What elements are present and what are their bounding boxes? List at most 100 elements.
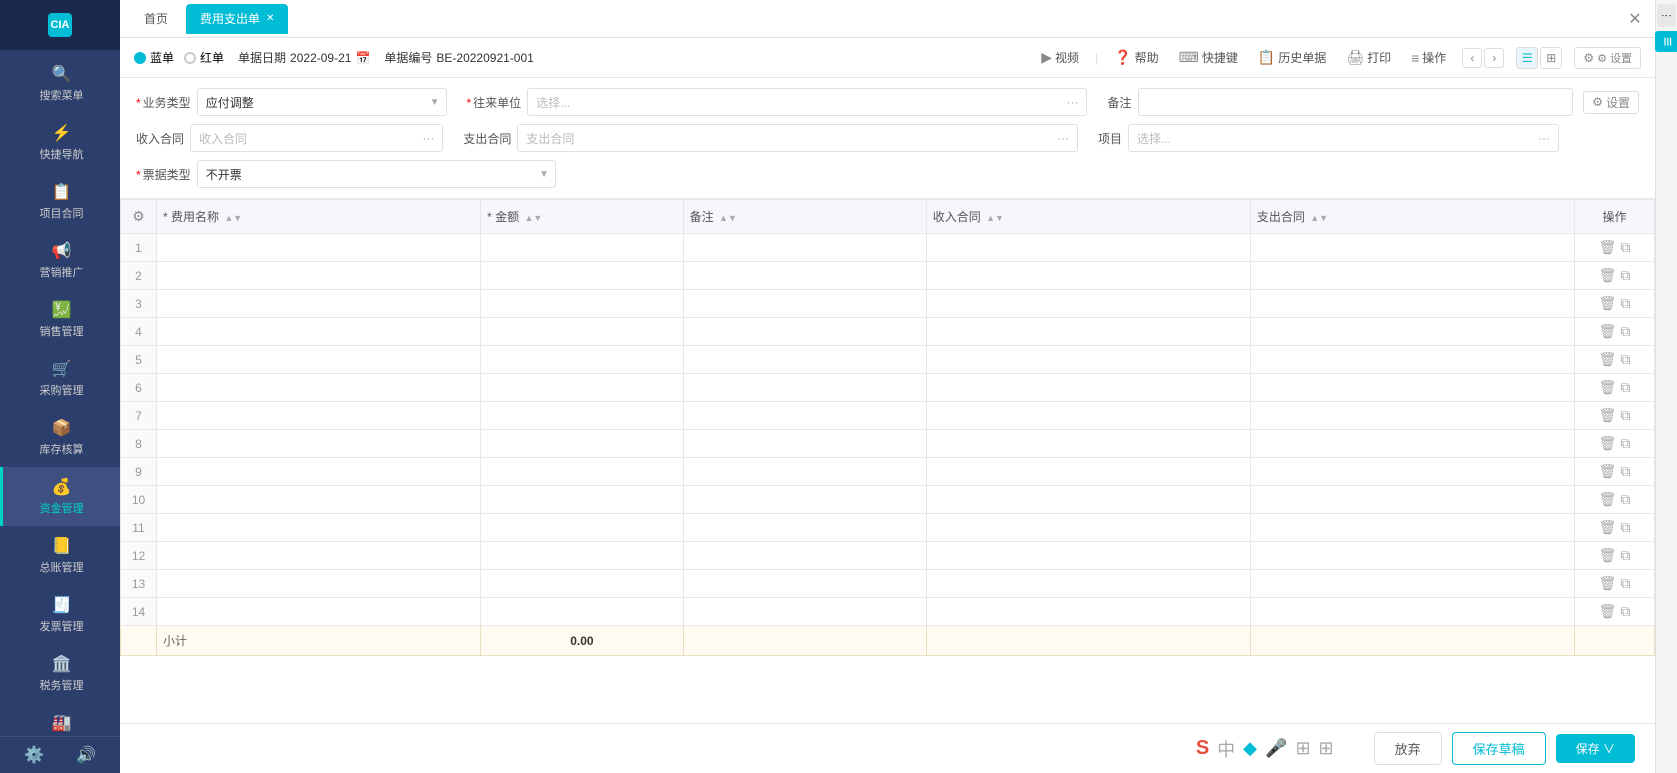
income-contract-cell[interactable] <box>926 542 1250 570</box>
calendar-icon[interactable]: 📅 <box>355 51 370 65</box>
expense-contract-cell[interactable] <box>1250 262 1574 290</box>
expense-contract-cell[interactable] <box>1250 374 1574 402</box>
copy-icon[interactable]: ⧉ <box>1620 379 1630 396</box>
remark-cell[interactable] <box>683 402 926 430</box>
expense-name-cell[interactable] <box>157 318 481 346</box>
expense-contract-cell[interactable] <box>1250 458 1574 486</box>
print-btn[interactable]: 🖨 打印 <box>1342 47 1395 68</box>
volume-icon[interactable]: 🔊 <box>76 745 96 765</box>
copy-icon[interactable]: ⧉ <box>1620 463 1630 480</box>
income-contract-cell[interactable] <box>926 514 1250 542</box>
copy-icon[interactable]: ⧉ <box>1620 295 1630 312</box>
expense-contract-dots[interactable]: ··· <box>1057 131 1069 145</box>
expense-name-cell[interactable] <box>157 430 481 458</box>
copy-icon[interactable]: ⧉ <box>1620 603 1630 620</box>
tab-expense[interactable]: 费用支出单 ✕ <box>186 4 288 34</box>
col-expense-contract[interactable]: 支出合同 ▲▼ <box>1250 200 1574 234</box>
shortcut-btn[interactable]: ⌨ 快捷键 <box>1175 47 1242 68</box>
delete-icon[interactable]: 🗑 <box>1599 519 1617 536</box>
remark-cell[interactable] <box>683 374 926 402</box>
form-settings-btn[interactable]: ⚙ 设置 <box>1583 91 1639 114</box>
income-contract-cell[interactable] <box>926 346 1250 374</box>
income-contract-dots[interactable]: ··· <box>422 131 434 145</box>
sort-arrows-remark[interactable]: ▲▼ <box>719 213 737 223</box>
expense-contract-cell[interactable] <box>1250 598 1574 626</box>
amount-cell[interactable] <box>481 598 684 626</box>
sort-arrows-expense-contract[interactable]: ▲▼ <box>1310 213 1328 223</box>
sidebar-item-fixed-asset[interactable]: 🏭 固定资产 <box>0 703 120 736</box>
remark-cell[interactable] <box>683 458 926 486</box>
business-type-input[interactable]: 应付调整 ▼ <box>197 88 447 116</box>
amount-cell[interactable] <box>481 234 684 262</box>
footer-icon-mic[interactable]: 🎤 <box>1265 738 1287 759</box>
sidebar-item-project[interactable]: 📋 项目合同 <box>0 172 120 231</box>
expense-name-cell[interactable] <box>157 542 481 570</box>
delete-icon[interactable]: 🗑 <box>1599 323 1617 340</box>
radio-blue[interactable]: 蓝单 <box>134 49 174 66</box>
discard-button[interactable]: 放弃 <box>1374 732 1442 765</box>
amount-cell[interactable] <box>481 374 684 402</box>
expense-contract-cell[interactable] <box>1250 570 1574 598</box>
remark-cell[interactable] <box>683 570 926 598</box>
income-contract-cell[interactable] <box>926 486 1250 514</box>
remark-cell[interactable] <box>683 318 926 346</box>
expense-contract-cell[interactable] <box>1250 542 1574 570</box>
save-draft-button[interactable]: 保存草稿 <box>1452 732 1546 765</box>
remark-cell[interactable] <box>683 262 926 290</box>
project-input[interactable]: 选择... ··· <box>1128 124 1559 152</box>
expense-name-cell[interactable] <box>157 458 481 486</box>
copy-icon[interactable]: ⧉ <box>1620 351 1630 368</box>
sort-arrows-expense[interactable]: ▲▼ <box>224 213 242 223</box>
right-panel-top-btn[interactable]: ⋮ <box>1657 4 1676 27</box>
income-contract-cell[interactable] <box>926 430 1250 458</box>
amount-cell[interactable] <box>481 430 684 458</box>
copy-icon[interactable]: ⧉ <box>1620 435 1630 452</box>
expense-name-cell[interactable] <box>157 402 481 430</box>
col-expense-name[interactable]: * 费用名称 ▲▼ <box>157 200 481 234</box>
history-btn[interactable]: 📋 历史单据 <box>1254 47 1330 68</box>
expense-contract-cell[interactable] <box>1250 318 1574 346</box>
expense-name-cell[interactable] <box>157 374 481 402</box>
amount-cell[interactable] <box>481 290 684 318</box>
delete-icon[interactable]: 🗑 <box>1599 239 1617 256</box>
save-button[interactable]: 保存 ∨ <box>1556 734 1635 763</box>
copy-icon[interactable]: ⧉ <box>1620 519 1630 536</box>
amount-cell[interactable] <box>481 570 684 598</box>
copy-icon[interactable]: ⧉ <box>1620 267 1630 284</box>
remark-cell[interactable] <box>683 486 926 514</box>
expense-contract-cell[interactable] <box>1250 402 1574 430</box>
expense-name-cell[interactable] <box>157 486 481 514</box>
amount-cell[interactable] <box>481 402 684 430</box>
col-amount[interactable]: * 金额 ▲▼ <box>481 200 684 234</box>
video-btn[interactable]: ▶ 视频 <box>1037 47 1083 68</box>
sidebar-item-invoice[interactable]: 🧾 发票管理 <box>0 585 120 644</box>
expense-name-cell[interactable] <box>157 290 481 318</box>
amount-cell[interactable] <box>481 318 684 346</box>
col-remark[interactable]: 备注 ▲▼ <box>683 200 926 234</box>
settings-icon[interactable]: ⚙️ <box>24 745 44 765</box>
action-btn[interactable]: ≡ 操作 <box>1407 47 1450 68</box>
amount-cell[interactable] <box>481 486 684 514</box>
amount-cell[interactable] <box>481 514 684 542</box>
col-gear-icon[interactable]: ⚙ <box>132 208 145 224</box>
view-table-btn[interactable]: ⊞ <box>1540 47 1562 69</box>
radio-red[interactable]: 红单 <box>184 49 224 66</box>
income-contract-cell[interactable] <box>926 290 1250 318</box>
footer-icon-zh[interactable]: 中 <box>1217 736 1235 762</box>
copy-icon[interactable]: ⧉ <box>1620 323 1630 340</box>
remark-cell[interactable] <box>683 430 926 458</box>
delete-icon[interactable]: 🗑 <box>1599 491 1617 508</box>
expense-contract-cell[interactable] <box>1250 290 1574 318</box>
sidebar-item-quick-nav[interactable]: ⚡ 快捷导航 <box>0 113 120 172</box>
income-contract-cell[interactable] <box>926 234 1250 262</box>
expense-contract-cell[interactable] <box>1250 346 1574 374</box>
remark-cell[interactable] <box>683 598 926 626</box>
help-btn[interactable]: ❓ 帮助 <box>1110 47 1162 68</box>
nav-prev-btn[interactable]: ‹ <box>1462 48 1482 68</box>
expense-contract-cell[interactable] <box>1250 486 1574 514</box>
sort-arrows-income[interactable]: ▲▼ <box>986 213 1004 223</box>
amount-cell[interactable] <box>481 542 684 570</box>
tab-home[interactable]: 首页 <box>130 4 182 34</box>
expense-name-cell[interactable] <box>157 570 481 598</box>
delete-icon[interactable]: 🗑 <box>1599 547 1617 564</box>
